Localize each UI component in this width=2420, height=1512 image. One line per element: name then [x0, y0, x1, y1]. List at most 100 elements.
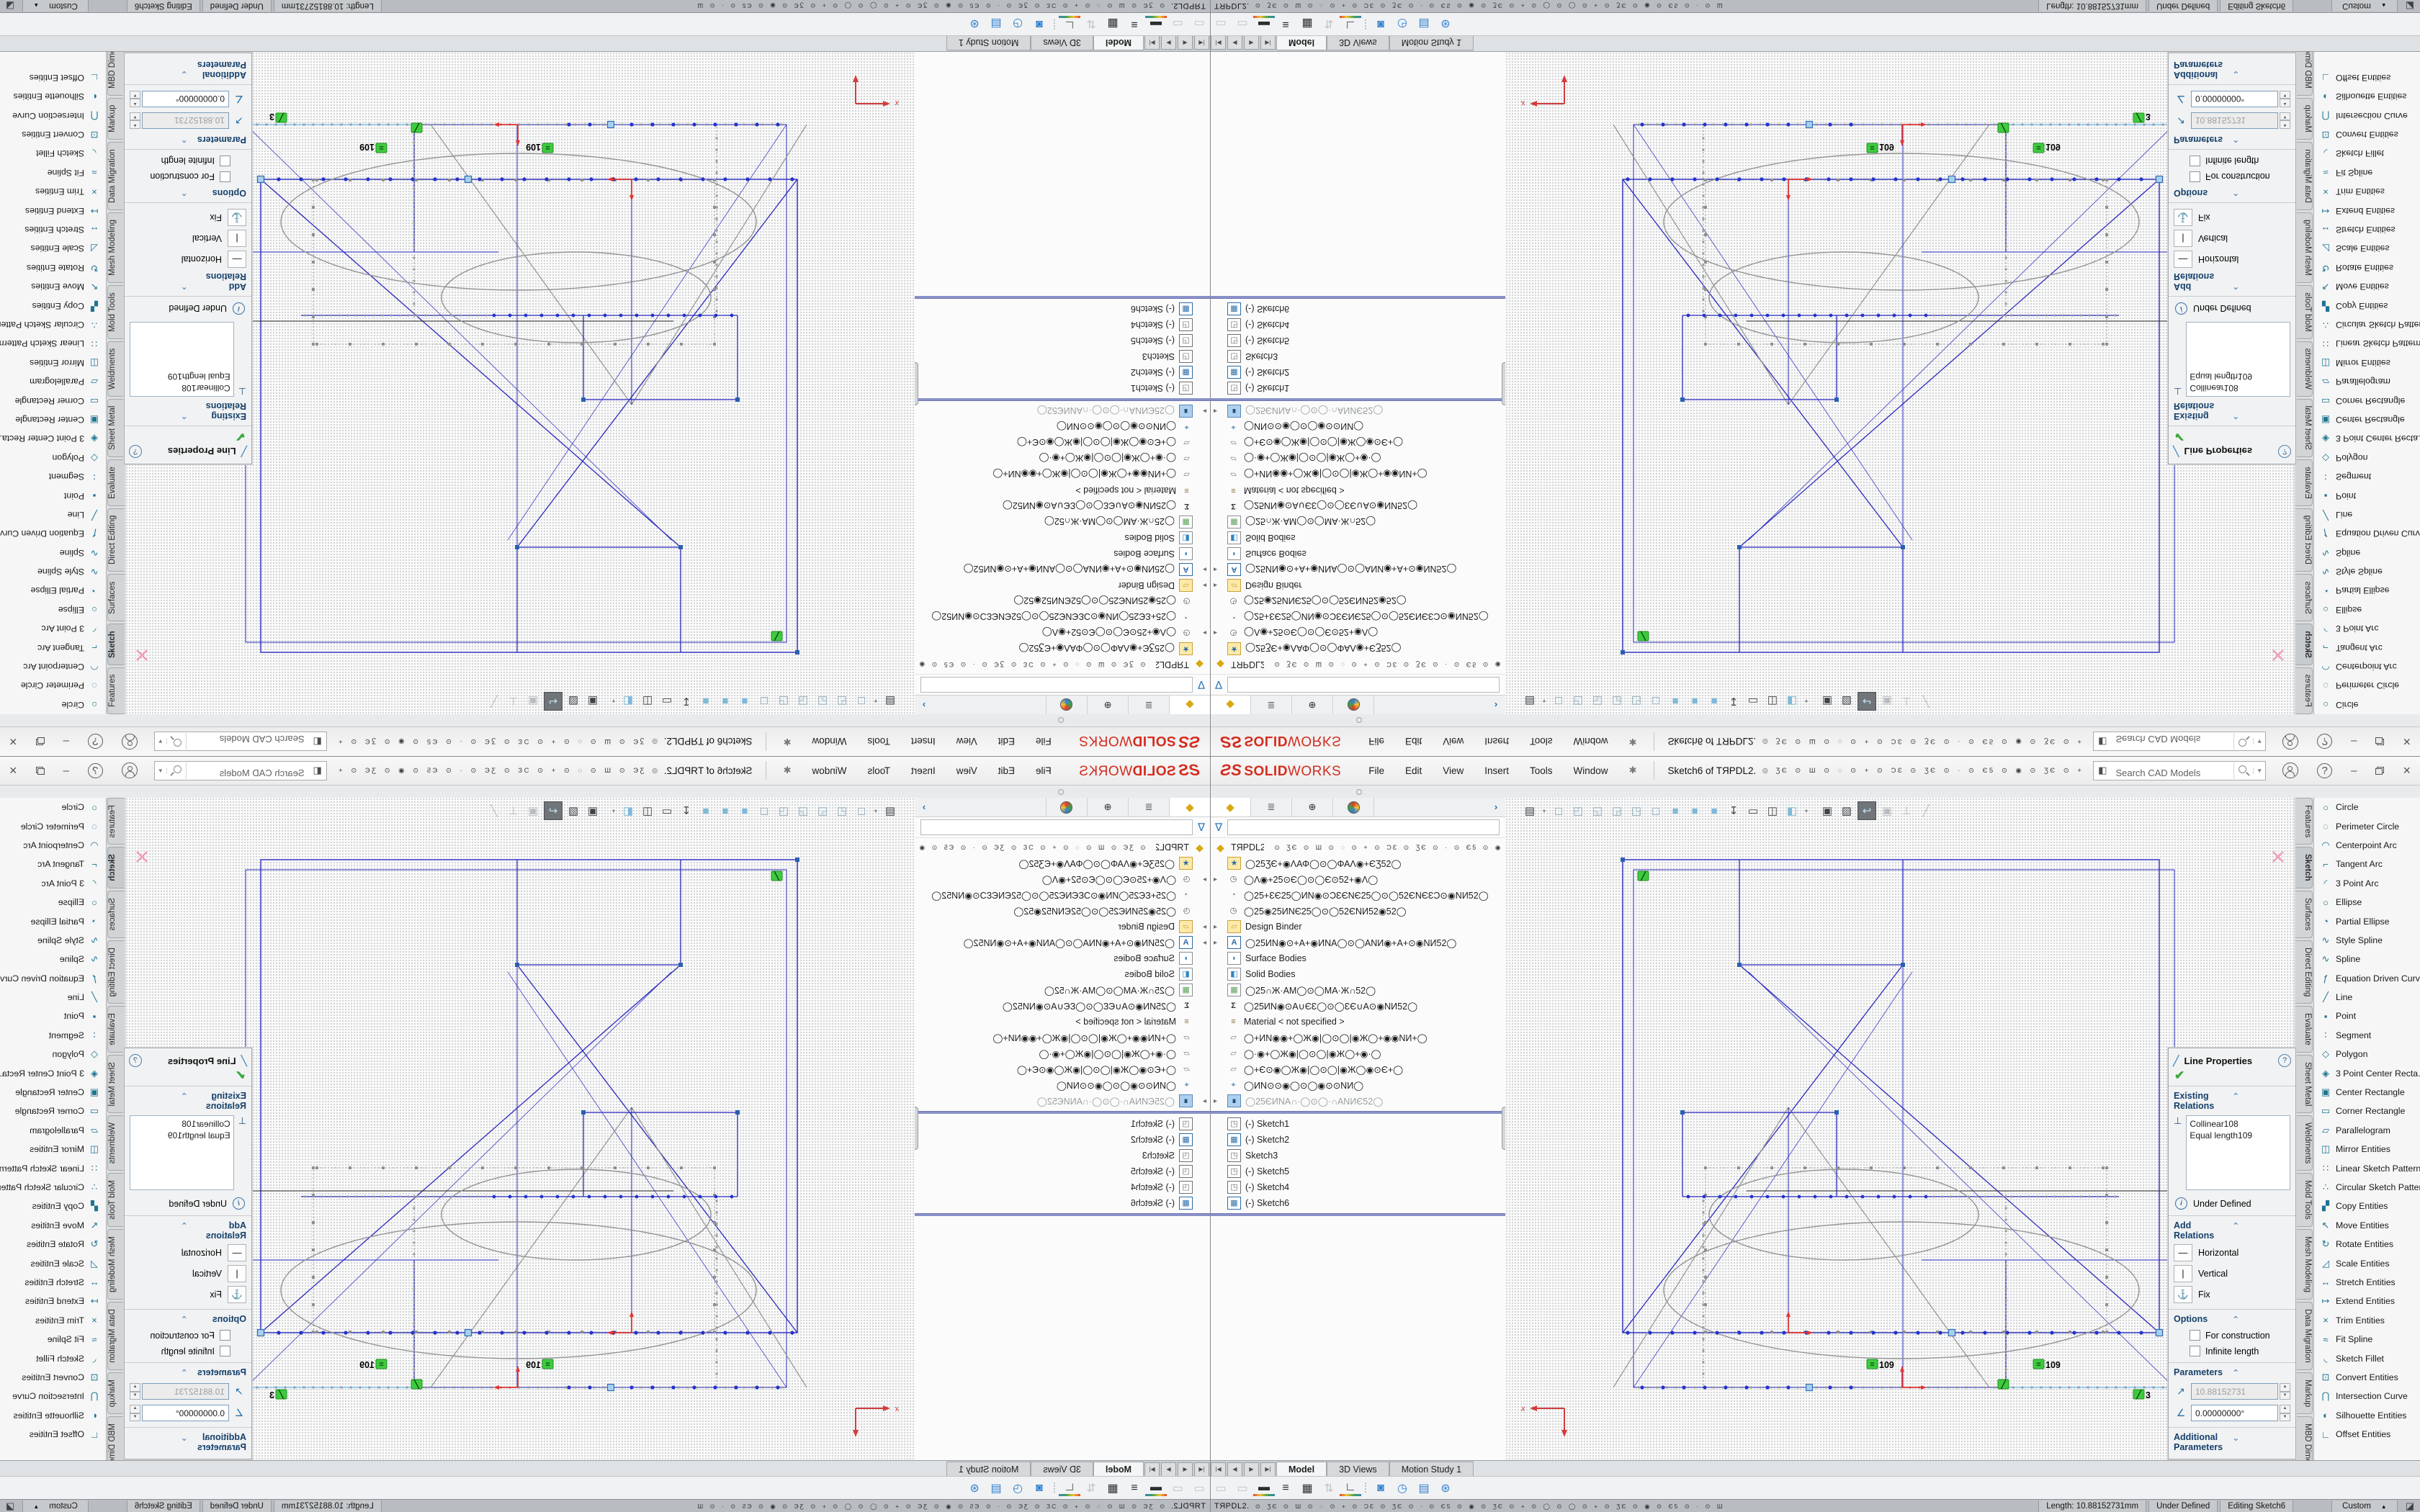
collapse-icon[interactable]: ⌃ — [2232, 1314, 2290, 1325]
save-view-icon[interactable]: ▣ — [584, 802, 601, 819]
tool-sketch-fillet[interactable]: ◟Sketch Fillet — [2314, 144, 2420, 163]
tree-item[interactable]: ▸◷◯Λ◉+25⊙Є◯⊙◯Є⊙52+◉Λ◯ — [1210, 871, 1505, 887]
search-dropdown-icon[interactable]: ▼ — [155, 768, 167, 774]
expand-icon[interactable]: ⌄ — [130, 1432, 188, 1452]
axis-icon[interactable]: ∟ — [1340, 17, 1361, 32]
tree-item[interactable]: ▦(-) Sketch6 — [1210, 1195, 1505, 1211]
expand-arrow-icon[interactable]: ▸ — [1214, 408, 1217, 415]
tool-perimeter-circle[interactable]: ◌Perimeter Circle — [0, 816, 106, 835]
tree-item[interactable]: ▱◯+ИN◉◉+◯Ж◉|◯⊙◯|◉Ж◯+◉◉NИ+◯ — [1210, 467, 1505, 482]
tree-item[interactable]: ◳Sketch3 — [915, 1148, 1210, 1164]
tree-item[interactable]: ▸▱Design Binder — [1210, 577, 1505, 593]
tree-item[interactable]: ▱◯+ИN◉◉+◯Ж◉|◯⊙◯|◉Ж◯+◉◉NИ+◯ — [915, 1030, 1210, 1045]
view-cube-icon[interactable]: ◱ — [814, 802, 831, 819]
tree-item[interactable]: ◷◯25◉25ИNЄ25◯⊙◯52ЄNИ52◉52◯ — [1210, 903, 1505, 919]
tool-partial-ellipse[interactable]: ◔Partial Ellipse — [0, 581, 106, 600]
option-for-construction[interactable]: For construction — [130, 171, 246, 182]
checkbox[interactable] — [2190, 1330, 2200, 1341]
grid-icon[interactable]: ▦ — [1296, 17, 1318, 31]
tool-perimeter-circle[interactable]: ◌Perimeter Circle — [0, 676, 106, 695]
gear-icon[interactable]: ⊛ — [1435, 1481, 1456, 1495]
collapse-icon[interactable]: ⌃ — [2232, 401, 2290, 421]
tool-3-point-arc[interactable]: ◜3 Point Arc — [0, 619, 106, 638]
tree-item[interactable]: ◗Surface Bodies — [1210, 546, 1505, 562]
tool-rotate-entities[interactable]: ↻Rotate Entities — [2314, 258, 2420, 277]
option-infinite-length[interactable]: Infinite length — [130, 1346, 246, 1356]
expand-arrow-icon[interactable]: ▸ — [1214, 566, 1217, 574]
tree-root-item[interactable]: ◆TЯPDL2.⊙ ƷЄ ⊙ Ш ⊙ ◌ ⊙ + ⊙ ƆƐ ⊙ ƷЄ ⊙ · ⊙… — [915, 840, 1210, 855]
tool-parallelogram[interactable]: ▱Parallelogram — [0, 372, 106, 391]
tree-item[interactable]: ▱◯+Є⊙◉◯Ж◉|◯⊙◯|◉Ж◯◉⊙Є+◯ — [915, 1061, 1210, 1077]
help-icon[interactable]: ? — [88, 763, 103, 778]
collapse-icon[interactable]: ⌃ — [130, 134, 188, 145]
note-icon[interactable]: ▭ — [1232, 1481, 1253, 1495]
tool-polygon[interactable]: ◇Polygon — [2314, 1045, 2420, 1063]
angle-field[interactable]: 0.00000000° — [2191, 1405, 2278, 1421]
tab-featuremanager[interactable]: ◆ — [1210, 798, 1251, 816]
tool-equation-driven-curve[interactable]: ƒEquation Driven Curve — [0, 969, 106, 988]
status-tag-icon[interactable]: ◪ — [2406, 0, 2414, 12]
tool-copy-entities[interactable]: ▞Copy Entities — [0, 1197, 106, 1215]
expand-arrow-icon[interactable]: ▸ — [1203, 1097, 1206, 1105]
axis-icon[interactable]: ∟ — [1340, 1481, 1361, 1496]
tool-move-entities[interactable]: ↖Move Entities — [2314, 1216, 2420, 1235]
collapse-icon[interactable]: ⌃ — [130, 1314, 188, 1325]
shaded-cube-icon[interactable]: ■ — [1706, 802, 1723, 819]
command-tab-features[interactable]: Features — [2295, 798, 2313, 845]
lines-icon[interactable]: ≡ — [1124, 17, 1145, 30]
tool-copy-entities[interactable]: ▞Copy Entities — [0, 296, 106, 315]
folder-icon[interactable]: ▤ — [1413, 17, 1435, 31]
tool-circular-sketch-pattern[interactable]: ∴Circular Sketch Pattern — [2314, 315, 2420, 334]
tree-item[interactable]: ★◯25ƷЄ+◉ΛΑΦ◯⊙◯ΦΑΛ◉+ЄƷ52◯ — [1210, 855, 1505, 871]
tree-item[interactable]: ◧Solid Bodies — [1210, 530, 1505, 546]
tool-equation-driven-curve[interactable]: ƒEquation Driven Curve — [2314, 524, 2420, 543]
panel-help-icon[interactable]: ? — [129, 445, 142, 458]
expand-arrow-icon[interactable]: ▸ — [1214, 939, 1217, 947]
dropdown-caret-icon[interactable]: ▾ — [872, 802, 879, 819]
tool-copy-entities[interactable]: ▞Copy Entities — [2314, 1197, 2420, 1215]
view-cube-icon[interactable]: ◱ — [1589, 802, 1606, 819]
nav-button[interactable]: ◀ — [1178, 35, 1193, 50]
shaded-cube-icon[interactable]: ■ — [1686, 802, 1703, 819]
tree-item[interactable]: Σ◯25ИN◉⊙Α∪ЄƐ◯⊙◯ƐЄ∪Α⊙◉NИ52◯ — [915, 998, 1210, 1014]
minimize-button[interactable]: – — [63, 765, 69, 777]
tool-line[interactable]: ╱Line — [2314, 505, 2420, 524]
ok-check-icon[interactable]: ✔ — [125, 1068, 251, 1086]
tool-centerpoint-arc[interactable]: ◠Centerpoint Arc — [0, 657, 106, 676]
status-units[interactable]: Custom▲ — [2331, 1500, 2398, 1512]
tool-3-point-arc[interactable]: ◜3 Point Arc — [0, 874, 106, 893]
axis-icon[interactable]: ∟ — [1059, 17, 1080, 32]
checkbox[interactable] — [220, 171, 230, 182]
tree-item[interactable]: ▦(-) Sketch2 — [915, 1132, 1210, 1148]
tab-dimxpert[interactable] — [1046, 696, 1087, 714]
menu-edit[interactable]: Edit — [998, 737, 1015, 747]
view-selector-icon[interactable]: ▤ — [1521, 693, 1538, 710]
command-tab-features[interactable]: Features — [107, 798, 125, 845]
tree-item[interactable]: ⌖◯ИN⊙⊙◉◯⊙◯◉⊙⊙NИ◯ — [1210, 419, 1505, 435]
angle-stepper[interactable]: ▲▼ — [2280, 91, 2290, 107]
tree-item[interactable]: ▸▱Design Binder — [1210, 919, 1505, 935]
tree-item[interactable]: ◳(-) Sketch5 — [1210, 333, 1505, 348]
close-button[interactable]: × — [2403, 734, 2411, 750]
tool-sketch-fillet[interactable]: ◟Sketch Fillet — [2314, 1349, 2420, 1367]
chevron-right-icon[interactable]: › — [1487, 696, 1505, 714]
tab-3d-views[interactable]: 3D Views — [1031, 1462, 1093, 1477]
folder-icon[interactable]: ▤ — [985, 17, 1007, 31]
relation-entry[interactable]: Collinear108 — [133, 1118, 230, 1130]
tool-intersection-curve[interactable]: ⋂Intersection Curve — [2314, 107, 2420, 125]
edit-icon[interactable]: ╱ — [485, 802, 503, 819]
menu-edit[interactable]: Edit — [1405, 737, 1422, 747]
tab-3d-views[interactable]: 3D Views — [1031, 35, 1093, 50]
nav-button[interactable]: ▶ — [1244, 1462, 1259, 1477]
tool-polygon[interactable]: ◇Polygon — [0, 1045, 106, 1063]
shaded-cube-icon[interactable]: ■ — [717, 693, 734, 710]
tree-item[interactable]: ◔◯25+ƐЄ25◯ИN◉⊙ƆƐЄNЄ25◯⊙◯52ЄNЄƐƆ⊙◉NИ52◯ — [915, 609, 1210, 625]
tab-3d-views[interactable]: 3D Views — [1327, 1462, 1389, 1477]
command-tab-sketch[interactable]: Sketch — [2295, 847, 2313, 888]
tool-silhouette-entities[interactable]: ◐Silhouette Entities — [2314, 1406, 2420, 1425]
tree-item[interactable]: ◔◯25+ƐЄ25◯ИN◉⊙ƆƐЄNЄ25◯⊙◯52ЄNЄƐƆ⊙◉NИ52◯ — [915, 887, 1210, 903]
tool-center-rectangle[interactable]: ▣Center Rectangle — [0, 1083, 106, 1102]
tree-root-item[interactable]: ◆TЯPDL2.⊙ ƷЄ ⊙ Ш ⊙ ◌ ⊙ + ⊙ ƆƐ ⊙ ƷЄ ⊙ · ⊙… — [915, 657, 1210, 672]
gear-icon[interactable]: ⊛ — [964, 1481, 985, 1495]
display-settings-icon[interactable]: ▭ — [1744, 802, 1762, 819]
